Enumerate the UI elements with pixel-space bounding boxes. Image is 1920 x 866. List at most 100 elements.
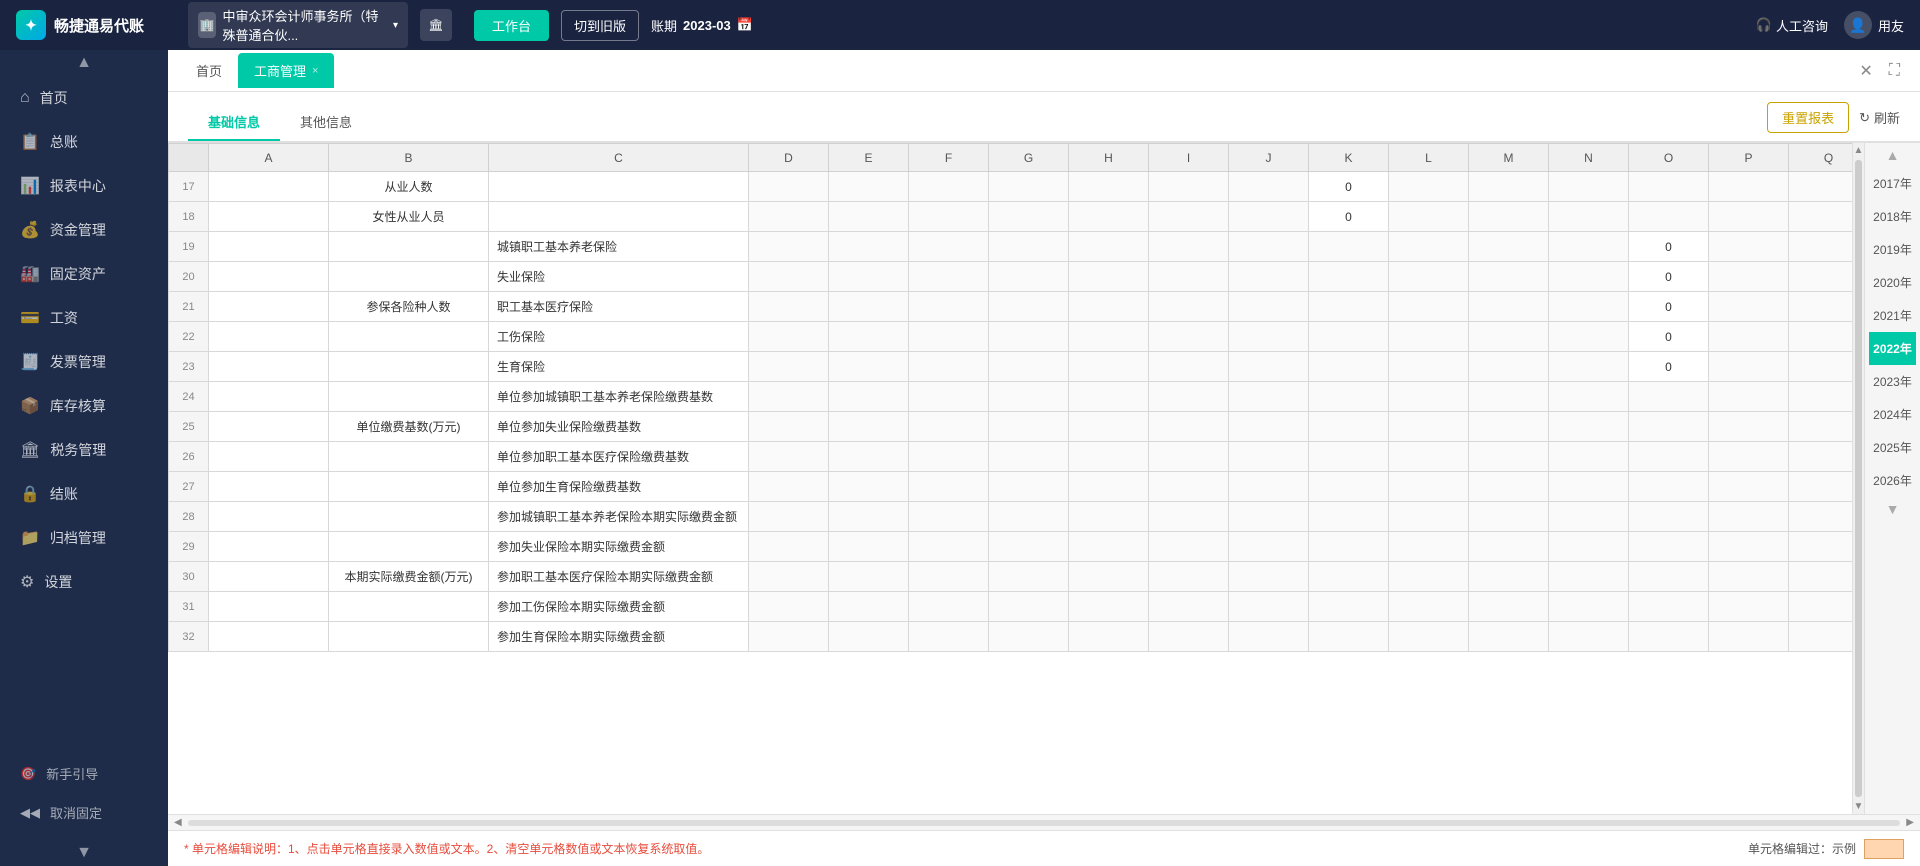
cell-n-31[interactable] — [1549, 592, 1629, 622]
scroll-up-arrow[interactable]: ▲ — [1853, 143, 1864, 158]
table-row[interactable]: 19城镇职工基本养老保险0 — [169, 232, 1853, 262]
cell-n-26[interactable] — [1549, 442, 1629, 472]
cell-d-25[interactable] — [749, 412, 829, 442]
cell-c-24[interactable]: 单位参加城镇职工基本养老保险缴费基数 — [489, 382, 749, 412]
table-row[interactable]: 17从业人数0 — [169, 172, 1853, 202]
cell-q-29[interactable] — [1789, 532, 1853, 562]
cell-m-18[interactable] — [1469, 202, 1549, 232]
cell-g-30[interactable] — [989, 562, 1069, 592]
cell-p-17[interactable] — [1709, 172, 1789, 202]
cell-e-17[interactable] — [829, 172, 909, 202]
year-item[interactable]: 2021年 — [1869, 299, 1916, 332]
cell-e-30[interactable] — [829, 562, 909, 592]
cell-m-29[interactable] — [1469, 532, 1549, 562]
cell-j-25[interactable] — [1229, 412, 1309, 442]
cell-e-31[interactable] — [829, 592, 909, 622]
cell-q-23[interactable] — [1789, 352, 1853, 382]
cell-k-26[interactable] — [1309, 442, 1389, 472]
cell-a-17[interactable] — [209, 172, 329, 202]
cell-d-24[interactable] — [749, 382, 829, 412]
cell-a-18[interactable] — [209, 202, 329, 232]
cell-p-24[interactable] — [1709, 382, 1789, 412]
year-item[interactable]: 2023年 — [1869, 365, 1916, 398]
table-row[interactable]: 31参加工伤保险本期实际缴费金额 — [169, 592, 1853, 622]
cell-f-20[interactable] — [909, 262, 989, 292]
cell-b-22[interactable] — [329, 322, 489, 352]
sidebar-item-wage[interactable]: 💳 工资 — [0, 296, 168, 340]
cell-e-20[interactable] — [829, 262, 909, 292]
cell-p-20[interactable] — [1709, 262, 1789, 292]
cell-e-27[interactable] — [829, 472, 909, 502]
cell-l-30[interactable] — [1389, 562, 1469, 592]
year-item[interactable]: 2019年 — [1869, 233, 1916, 266]
cell-a-31[interactable] — [209, 592, 329, 622]
cell-l-29[interactable] — [1389, 532, 1469, 562]
cell-j-29[interactable] — [1229, 532, 1309, 562]
sidebar-item-tax[interactable]: 🏛 税务管理 — [0, 428, 168, 472]
cell-f-17[interactable] — [909, 172, 989, 202]
sidebar-item-guide[interactable]: 🎯 新手引导 — [0, 754, 168, 793]
cell-k-27[interactable] — [1309, 472, 1389, 502]
cell-n-27[interactable] — [1549, 472, 1629, 502]
cell-d-29[interactable] — [749, 532, 829, 562]
cell-e-21[interactable] — [829, 292, 909, 322]
cell-l-28[interactable] — [1389, 502, 1469, 532]
cell-o-25[interactable] — [1629, 412, 1709, 442]
workbench-button[interactable]: 工作台 — [474, 10, 549, 41]
cell-j-24[interactable] — [1229, 382, 1309, 412]
cell-m-31[interactable] — [1469, 592, 1549, 622]
cell-i-28[interactable] — [1149, 502, 1229, 532]
user-area[interactable]: 👤 用友 — [1844, 11, 1904, 39]
cell-p-23[interactable] — [1709, 352, 1789, 382]
cell-g-20[interactable] — [989, 262, 1069, 292]
cell-c-17[interactable] — [489, 172, 749, 202]
cell-b-17[interactable]: 从业人数 — [329, 172, 489, 202]
cell-q-17[interactable] — [1789, 172, 1853, 202]
year-scroll-up[interactable]: ▲ — [1865, 143, 1920, 167]
cell-b-26[interactable] — [329, 442, 489, 472]
cell-m-30[interactable] — [1469, 562, 1549, 592]
cell-p-28[interactable] — [1709, 502, 1789, 532]
calendar-icon[interactable]: 📅 — [737, 17, 753, 33]
tab-gongshang[interactable]: 工商管理 × — [238, 53, 334, 88]
h-scroll-track[interactable] — [188, 820, 1901, 826]
cell-a-20[interactable] — [209, 262, 329, 292]
cell-j-18[interactable] — [1229, 202, 1309, 232]
cell-h-29[interactable] — [1069, 532, 1149, 562]
year-item[interactable]: 2017年 — [1869, 167, 1916, 200]
cell-j-20[interactable] — [1229, 262, 1309, 292]
cell-q-22[interactable] — [1789, 322, 1853, 352]
cell-i-29[interactable] — [1149, 532, 1229, 562]
window-expand-button[interactable]: ⛶ — [1885, 57, 1904, 85]
cell-c-29[interactable]: 参加失业保险本期实际缴费金额 — [489, 532, 749, 562]
cell-g-28[interactable] — [989, 502, 1069, 532]
window-close-button[interactable]: ✕ — [1855, 57, 1876, 85]
company-selector[interactable]: 🏢 中审众环会计师事务所（特殊普通合伙... ▾ — [188, 2, 408, 48]
sidebar-item-asset[interactable]: 🏭 固定资产 — [0, 252, 168, 296]
table-row[interactable]: 32参加生育保险本期实际缴费金额 — [169, 622, 1853, 652]
cell-f-19[interactable] — [909, 232, 989, 262]
cell-m-17[interactable] — [1469, 172, 1549, 202]
cell-k-28[interactable] — [1309, 502, 1389, 532]
cell-a-25[interactable] — [209, 412, 329, 442]
cell-l-22[interactable] — [1389, 322, 1469, 352]
cell-c-23[interactable]: 生育保险 — [489, 352, 749, 382]
cell-a-22[interactable] — [209, 322, 329, 352]
refresh-button[interactable]: ↻ 刷新 — [1859, 108, 1900, 127]
cell-g-32[interactable] — [989, 622, 1069, 652]
cell-l-17[interactable] — [1389, 172, 1469, 202]
cell-q-24[interactable] — [1789, 382, 1853, 412]
cell-d-22[interactable] — [749, 322, 829, 352]
cell-i-31[interactable] — [1149, 592, 1229, 622]
cell-q-27[interactable] — [1789, 472, 1853, 502]
cell-q-20[interactable] — [1789, 262, 1853, 292]
cell-p-21[interactable] — [1709, 292, 1789, 322]
cell-f-27[interactable] — [909, 472, 989, 502]
cell-j-26[interactable] — [1229, 442, 1309, 472]
cell-m-32[interactable] — [1469, 622, 1549, 652]
cell-j-30[interactable] — [1229, 562, 1309, 592]
table-row[interactable]: 26单位参加职工基本医疗保险缴费基数 — [169, 442, 1853, 472]
ai-consult[interactable]: 🎧 人工咨询 — [1756, 16, 1828, 35]
cell-j-31[interactable] — [1229, 592, 1309, 622]
cell-n-29[interactable] — [1549, 532, 1629, 562]
